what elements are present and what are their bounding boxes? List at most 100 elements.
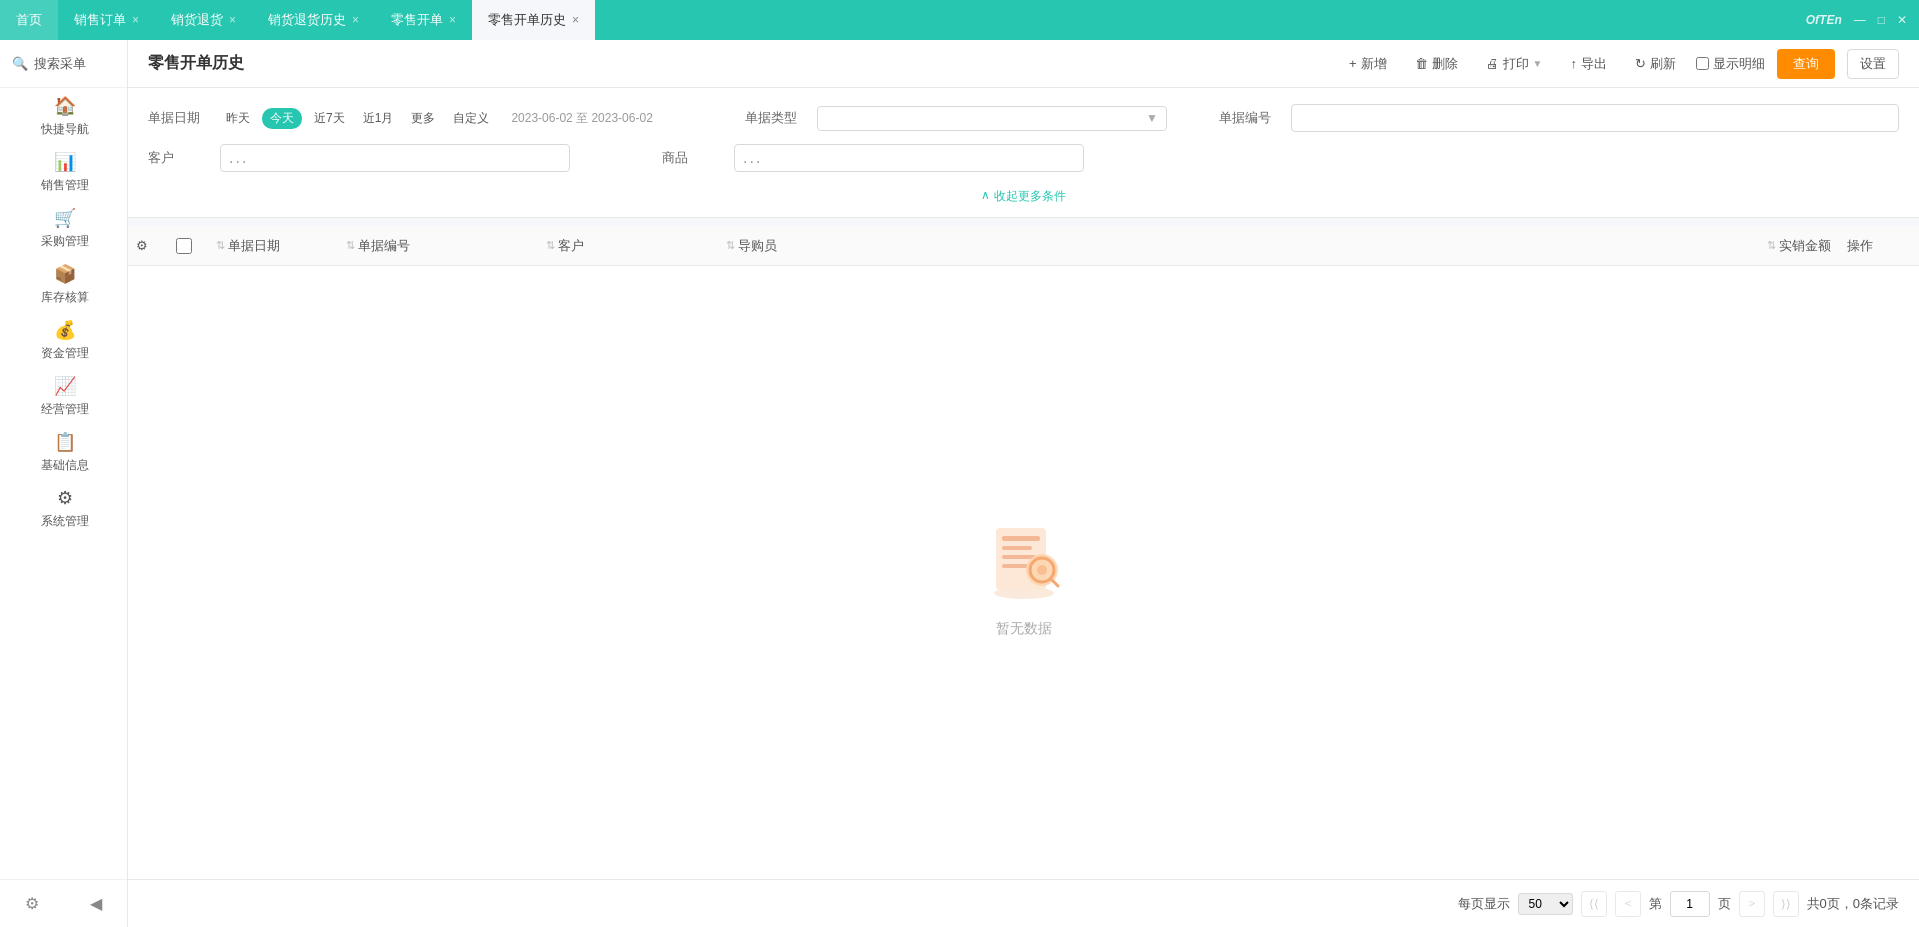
refresh-label: 刷新 — [1650, 55, 1676, 73]
customer-dots: ... — [229, 149, 248, 167]
sidebar-settings-btn[interactable]: ⚙ — [25, 894, 39, 913]
minimize-btn[interactable]: — — [1854, 13, 1866, 27]
print-button[interactable]: 🖨 打印 ▼ — [1478, 51, 1551, 77]
tab-retail-open-history-label: 零售开单历史 — [488, 11, 566, 29]
th-checkbox — [168, 238, 208, 254]
restore-btn[interactable]: □ — [1878, 13, 1885, 27]
svg-rect-4 — [1002, 555, 1036, 559]
per-page-select[interactable]: 50 10 20 100 — [1518, 893, 1573, 915]
sidebar-item-operations-label: 经营管理 — [41, 401, 89, 418]
tab-retail-open[interactable]: 零售开单 × — [375, 0, 472, 40]
tab-sales-return-label: 销货退货 — [171, 11, 223, 29]
tab-sales-order[interactable]: 销售订单 × — [58, 0, 155, 40]
per-page-label: 每页显示 — [1458, 895, 1510, 913]
display-detail-checkbox[interactable] — [1696, 57, 1709, 70]
tab-retail-open-history-close[interactable]: × — [572, 13, 579, 27]
query-button[interactable]: 查询 — [1777, 49, 1835, 79]
date-btn-last30[interactable]: 近1月 — [357, 108, 400, 129]
sidebar-item-finance[interactable]: 💰 资金管理 — [0, 312, 127, 368]
sidebar-search[interactable]: 🔍 搜索采单 — [0, 40, 127, 88]
tab-sales-return-close[interactable]: × — [229, 13, 236, 27]
bill-type-label: 单据类型 — [745, 109, 805, 127]
bill-no-input[interactable] — [1291, 104, 1899, 132]
sidebar-item-operations[interactable]: 📈 经营管理 — [0, 368, 127, 424]
delete-button[interactable]: 🗑 删除 — [1407, 51, 1466, 77]
sidebar-item-basic-info[interactable]: 📋 基础信息 — [0, 424, 127, 480]
select-all-checkbox[interactable] — [176, 238, 192, 254]
next-page-btn[interactable]: ＞ — [1739, 891, 1765, 917]
close-btn[interactable]: ✕ — [1897, 13, 1907, 27]
th-guide-label: 导购员 — [738, 237, 777, 255]
th-date-label: 单据日期 — [228, 237, 280, 255]
filter-row-1: 单据日期 昨天 今天 近7天 近1月 更多 自定义 2023-06-02 至 2… — [148, 104, 1899, 132]
tab-retail-open-history[interactable]: 零售开单历史 × — [472, 0, 595, 40]
tab-sales-return-history-close[interactable]: × — [352, 13, 359, 27]
date-range-text: 2023-06-02 至 2023-06-02 — [511, 110, 652, 127]
add-button[interactable]: + 新增 — [1341, 51, 1395, 77]
export-label: 导出 — [1581, 55, 1607, 73]
basic-info-icon: 📋 — [54, 431, 76, 453]
sort-no-icon: ⇅ — [346, 239, 355, 252]
empty-icon — [974, 508, 1074, 608]
table-header: ⚙ ⇅ 单据日期 ⇅ 单据编号 ⇅ 客户 ⇅ — [128, 226, 1919, 266]
th-date[interactable]: ⇅ 单据日期 — [208, 237, 338, 255]
sidebar-item-sys-mgmt[interactable]: ⚙ 系统管理 — [0, 480, 127, 536]
add-label: 新增 — [1361, 55, 1387, 73]
export-button[interactable]: ↑ 导出 — [1563, 51, 1616, 77]
purchase-icon: 🛒 — [54, 207, 76, 229]
bill-type-select[interactable]: ▼ — [817, 106, 1167, 131]
date-btn-more[interactable]: 更多 — [405, 108, 441, 129]
sidebar-item-purchase-mgmt-label: 采购管理 — [41, 233, 89, 250]
sidebar-collapse-btn[interactable]: ◀ — [90, 894, 102, 913]
last-page-btn[interactable]: ⟩⟩ — [1773, 891, 1799, 917]
tab-home[interactable]: 首页 — [0, 0, 58, 40]
th-guide[interactable]: ⇅ 导购员 — [718, 237, 838, 255]
refresh-icon: ↻ — [1635, 56, 1646, 71]
tab-sales-order-close[interactable]: × — [132, 13, 139, 27]
first-page-btn[interactable]: ⟨⟨ — [1581, 891, 1607, 917]
table-container: ⚙ ⇅ 单据日期 ⇅ 单据编号 ⇅ 客户 ⇅ — [128, 226, 1919, 879]
svg-rect-5 — [1002, 564, 1028, 568]
customer-filter-label: 客户 — [148, 149, 208, 167]
table-settings-icon[interactable]: ⚙ — [136, 238, 148, 253]
content-area: 零售开单历史 + 新增 🗑 删除 🖨 打印 ▼ ↑ 导出 — [128, 40, 1919, 927]
customer-input[interactable]: ... — [220, 144, 570, 172]
goods-input[interactable]: ... — [734, 144, 1084, 172]
operations-icon: 📈 — [54, 375, 76, 397]
display-detail[interactable]: 显示明细 — [1696, 55, 1765, 73]
sidebar-item-inventory[interactable]: 📦 库存核算 — [0, 256, 127, 312]
settings-button[interactable]: 设置 — [1847, 49, 1899, 79]
th-action: 操作 — [1839, 237, 1919, 255]
date-btn-yesterday[interactable]: 昨天 — [220, 108, 256, 129]
pagination: 每页显示 50 10 20 100 ⟨⟨ ＜ 第 页 ＞ ⟩⟩ 共0页，0条记录 — [128, 879, 1919, 927]
sidebar-item-sales-mgmt-label: 销售管理 — [41, 177, 89, 194]
brand-label: OfTEn — [1806, 13, 1842, 27]
sidebar-item-purchase-mgmt[interactable]: 🛒 采购管理 — [0, 200, 127, 256]
collapse-row[interactable]: ∧ 收起更多条件 — [148, 184, 1899, 209]
tab-sales-return-history[interactable]: 销货退货历史 × — [252, 0, 375, 40]
page-header: 零售开单历史 + 新增 🗑 删除 🖨 打印 ▼ ↑ 导出 — [128, 40, 1919, 88]
date-filter-buttons: 昨天 今天 近7天 近1月 更多 自定义 — [220, 108, 495, 129]
date-btn-custom[interactable]: 自定义 — [447, 108, 495, 129]
th-settings[interactable]: ⚙ — [128, 238, 168, 253]
print-label: 打印 — [1503, 55, 1529, 73]
bill-no-label: 单据编号 — [1219, 109, 1279, 127]
prev-page-btn[interactable]: ＜ — [1615, 891, 1641, 917]
inventory-icon: 📦 — [54, 263, 76, 285]
th-customer-label: 客户 — [558, 237, 584, 255]
sidebar-item-quick-nav[interactable]: 🏠 快捷导航 — [0, 88, 127, 144]
page-label: 页 — [1718, 895, 1731, 913]
delete-label: 删除 — [1432, 55, 1458, 73]
page-number-input[interactable] — [1670, 891, 1710, 917]
date-btn-today[interactable]: 今天 — [262, 108, 302, 129]
sidebar-item-sales-mgmt[interactable]: 📊 销售管理 — [0, 144, 127, 200]
tab-sales-return[interactable]: 销货退货 × — [155, 0, 252, 40]
th-no[interactable]: ⇅ 单据编号 — [338, 237, 538, 255]
print-arrow-icon: ▼ — [1533, 58, 1543, 69]
th-amount[interactable]: ⇅ 实销金额 — [1719, 237, 1839, 255]
refresh-button[interactable]: ↻ 刷新 — [1627, 51, 1684, 77]
display-detail-label: 显示明细 — [1713, 55, 1765, 73]
date-btn-last7[interactable]: 近7天 — [308, 108, 351, 129]
th-customer[interactable]: ⇅ 客户 — [538, 237, 718, 255]
tab-retail-open-close[interactable]: × — [449, 13, 456, 27]
